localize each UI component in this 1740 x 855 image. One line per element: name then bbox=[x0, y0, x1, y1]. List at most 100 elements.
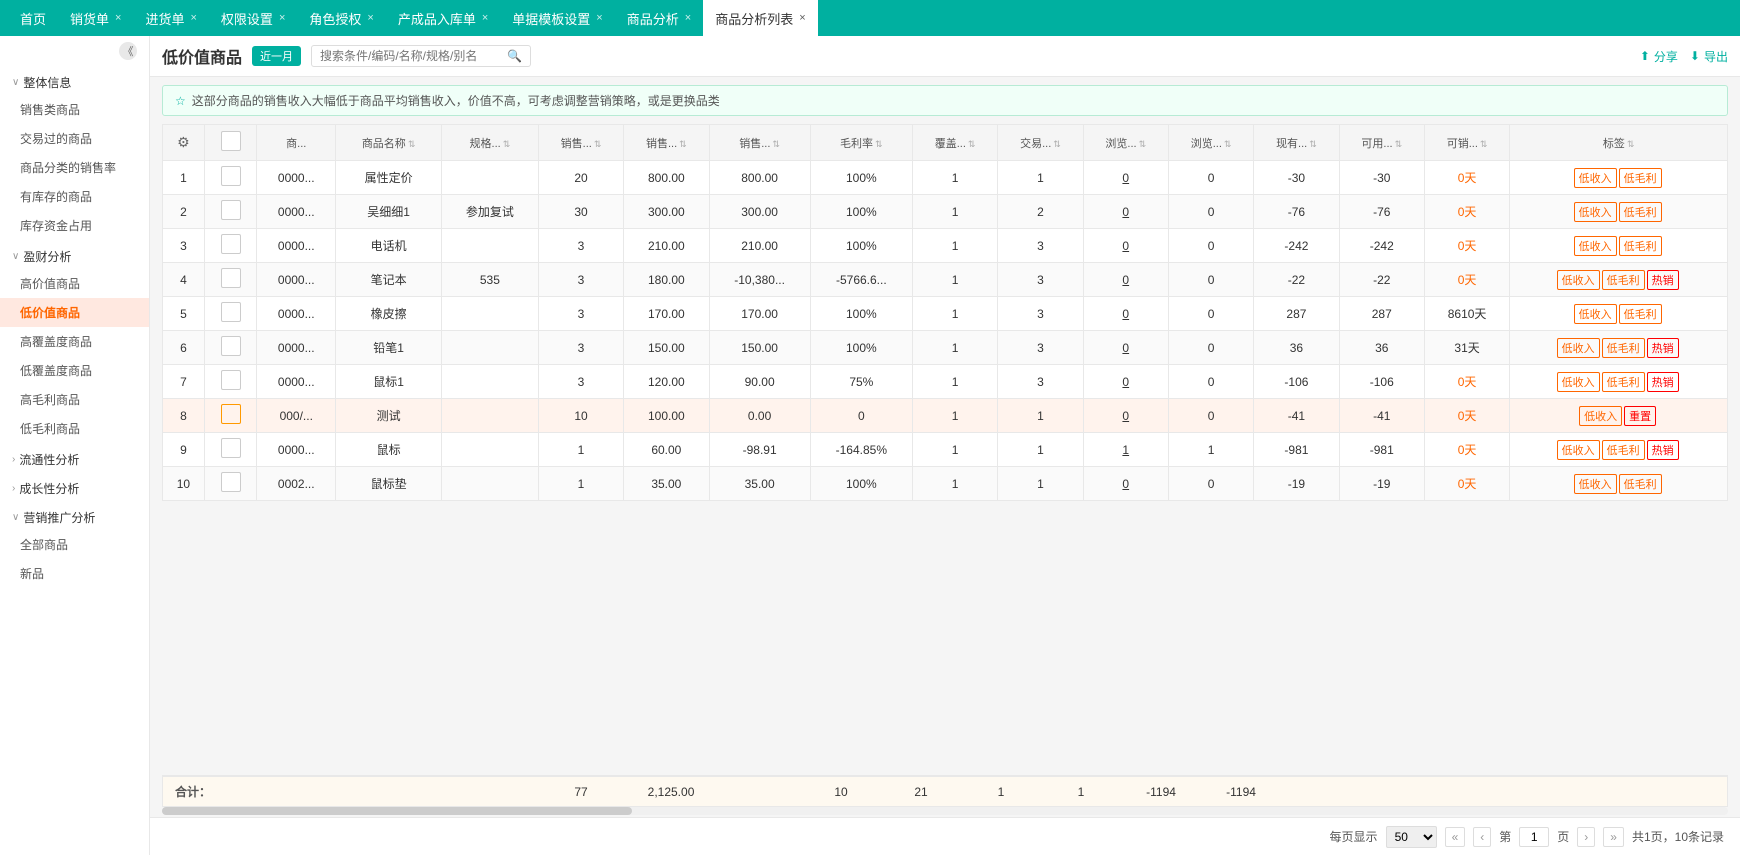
underline-value[interactable]: 0 bbox=[1122, 409, 1129, 423]
sidebar-group-0[interactable]: ∨整体信息 bbox=[0, 66, 149, 95]
sort-icon[interactable]: ⇅ bbox=[772, 139, 780, 149]
cell-tags[interactable]: 低收入低毛利热销 bbox=[1510, 263, 1728, 297]
sort-icon[interactable]: ⇅ bbox=[968, 139, 976, 149]
cell-view1[interactable]: 0 bbox=[1083, 331, 1168, 365]
share-button[interactable]: ⬆ 分享 bbox=[1640, 48, 1678, 65]
cell-checkbox[interactable] bbox=[204, 467, 256, 501]
sort-icon[interactable]: ⇅ bbox=[1395, 139, 1403, 149]
scrollbar[interactable] bbox=[162, 807, 1728, 815]
per-page-select[interactable]: 50 20 100 bbox=[1386, 826, 1437, 848]
nav-item[interactable]: 角色授权× bbox=[297, 0, 385, 36]
sort-icon[interactable]: ⇅ bbox=[679, 139, 687, 149]
select-all-checkbox[interactable] bbox=[221, 131, 241, 151]
cell-checkbox[interactable] bbox=[204, 195, 256, 229]
cell-tags[interactable]: 低收入低毛利 bbox=[1510, 229, 1728, 263]
sidebar-item-3[interactable]: 低覆盖度商品 bbox=[0, 356, 149, 385]
sidebar-item-0[interactable]: 全部商品 bbox=[0, 530, 149, 559]
sort-icon[interactable]: ⇅ bbox=[1627, 139, 1635, 149]
col-header-tags[interactable]: 标签⇅ bbox=[1510, 125, 1728, 161]
row-checkbox[interactable] bbox=[221, 302, 241, 322]
row-checkbox[interactable] bbox=[221, 370, 241, 390]
cell-tags[interactable]: 低收入低毛利热销 bbox=[1510, 365, 1728, 399]
underline-value[interactable]: 0 bbox=[1122, 273, 1129, 287]
sidebar-group-4[interactable]: ∨营销推广分析 bbox=[0, 501, 149, 530]
cell-checkbox[interactable] bbox=[204, 399, 256, 433]
row-checkbox[interactable] bbox=[221, 336, 241, 356]
underline-value[interactable]: 1 bbox=[1122, 443, 1129, 457]
cell-checkbox[interactable] bbox=[204, 161, 256, 195]
sort-icon[interactable]: ⇅ bbox=[1309, 139, 1317, 149]
nav-item[interactable]: 产成品入库单× bbox=[386, 0, 500, 36]
col-header-name[interactable]: 商品名称⇅ bbox=[336, 125, 442, 161]
close-icon[interactable]: × bbox=[367, 12, 373, 24]
cell-view1[interactable]: 1 bbox=[1083, 433, 1168, 467]
col-header-coverage[interactable]: 覆盖...⇅ bbox=[912, 125, 997, 161]
next-page-button[interactable]: › bbox=[1577, 827, 1595, 847]
underline-value[interactable]: 0 bbox=[1122, 205, 1129, 219]
sort-icon[interactable]: ⇅ bbox=[1053, 139, 1061, 149]
row-checkbox[interactable] bbox=[221, 200, 241, 220]
close-icon[interactable]: × bbox=[482, 12, 488, 24]
cell-view1[interactable]: 0 bbox=[1083, 365, 1168, 399]
close-icon[interactable]: × bbox=[190, 12, 196, 24]
cell-view1[interactable]: 0 bbox=[1083, 229, 1168, 263]
search-icon[interactable]: 🔍 bbox=[507, 49, 522, 63]
sidebar-collapse-button[interactable]: 《 bbox=[119, 42, 137, 60]
row-checkbox[interactable] bbox=[221, 404, 241, 424]
close-icon[interactable]: × bbox=[685, 12, 691, 24]
sidebar-item-2[interactable]: 高覆盖度商品 bbox=[0, 327, 149, 356]
cell-tags[interactable]: 低收入低毛利 bbox=[1510, 297, 1728, 331]
gear-icon[interactable]: ⚙ bbox=[177, 134, 190, 150]
nav-item[interactable]: 商品分析× bbox=[615, 0, 703, 36]
sidebar-item-2[interactable]: 商品分类的销售率 bbox=[0, 153, 149, 182]
sidebar-group-1[interactable]: ∨盈财分析 bbox=[0, 240, 149, 269]
sidebar-group-3[interactable]: ›成长性分析 bbox=[0, 472, 149, 501]
col-header-spec[interactable]: 规格...⇅ bbox=[441, 125, 538, 161]
time-badge[interactable]: 近一月 bbox=[252, 46, 301, 66]
nav-item[interactable]: 商品分析列表× bbox=[703, 0, 817, 36]
cell-checkbox[interactable] bbox=[204, 365, 256, 399]
sort-icon[interactable]: ⇅ bbox=[503, 139, 511, 149]
close-icon[interactable]: × bbox=[279, 12, 285, 24]
sidebar-item-1[interactable]: 新品 bbox=[0, 559, 149, 588]
sort-icon[interactable]: ⇅ bbox=[594, 139, 602, 149]
cell-tags[interactable]: 低收入低毛利 bbox=[1510, 467, 1728, 501]
sort-icon[interactable]: ⇅ bbox=[1139, 139, 1147, 149]
export-button[interactable]: ⬇ 导出 bbox=[1690, 48, 1728, 65]
row-checkbox[interactable] bbox=[221, 472, 241, 492]
first-page-button[interactable]: « bbox=[1445, 827, 1466, 847]
cell-tags[interactable]: 低收入低毛利 bbox=[1510, 161, 1728, 195]
underline-value[interactable]: 0 bbox=[1122, 239, 1129, 253]
close-icon[interactable]: × bbox=[115, 12, 121, 24]
cell-view1[interactable]: 0 bbox=[1083, 195, 1168, 229]
cell-tags[interactable]: 低收入低毛利热销 bbox=[1510, 433, 1728, 467]
col-header-sale_qty[interactable]: 销售...⇅ bbox=[538, 125, 623, 161]
row-checkbox[interactable] bbox=[221, 166, 241, 186]
nav-item[interactable]: 单据模板设置× bbox=[500, 0, 614, 36]
sort-icon[interactable]: ⇅ bbox=[1480, 139, 1488, 149]
col-header-sale_amount[interactable]: 销售...⇅ bbox=[709, 125, 810, 161]
prev-page-button[interactable]: ‹ bbox=[1473, 827, 1491, 847]
sidebar-group-2[interactable]: ›流通性分析 bbox=[0, 443, 149, 472]
cell-view1[interactable]: 0 bbox=[1083, 467, 1168, 501]
col-header-current_stock[interactable]: 现有...⇅ bbox=[1254, 125, 1339, 161]
row-checkbox[interactable] bbox=[221, 438, 241, 458]
underline-value[interactable]: 0 bbox=[1122, 375, 1129, 389]
sidebar-item-5[interactable]: 低毛利商品 bbox=[0, 414, 149, 443]
underline-value[interactable]: 0 bbox=[1122, 171, 1129, 185]
col-header-transaction[interactable]: 交易...⇅ bbox=[998, 125, 1083, 161]
sidebar-item-1[interactable]: 交易过的商品 bbox=[0, 124, 149, 153]
sidebar-item-4[interactable]: 高毛利商品 bbox=[0, 385, 149, 414]
sort-icon[interactable]: ⇅ bbox=[408, 139, 416, 149]
nav-item[interactable]: 首页 bbox=[8, 0, 58, 36]
col-header-code[interactable]: 商... bbox=[257, 125, 336, 161]
cell-view1[interactable]: 0 bbox=[1083, 263, 1168, 297]
sidebar-item-1[interactable]: 低价值商品 bbox=[0, 298, 149, 327]
cell-tags[interactable]: 低收入低毛利 bbox=[1510, 195, 1728, 229]
cell-checkbox[interactable] bbox=[204, 433, 256, 467]
row-checkbox[interactable] bbox=[221, 268, 241, 288]
cell-checkbox[interactable] bbox=[204, 331, 256, 365]
cell-checkbox[interactable] bbox=[204, 263, 256, 297]
close-icon[interactable]: × bbox=[596, 12, 602, 24]
sort-icon[interactable]: ⇅ bbox=[875, 139, 883, 149]
